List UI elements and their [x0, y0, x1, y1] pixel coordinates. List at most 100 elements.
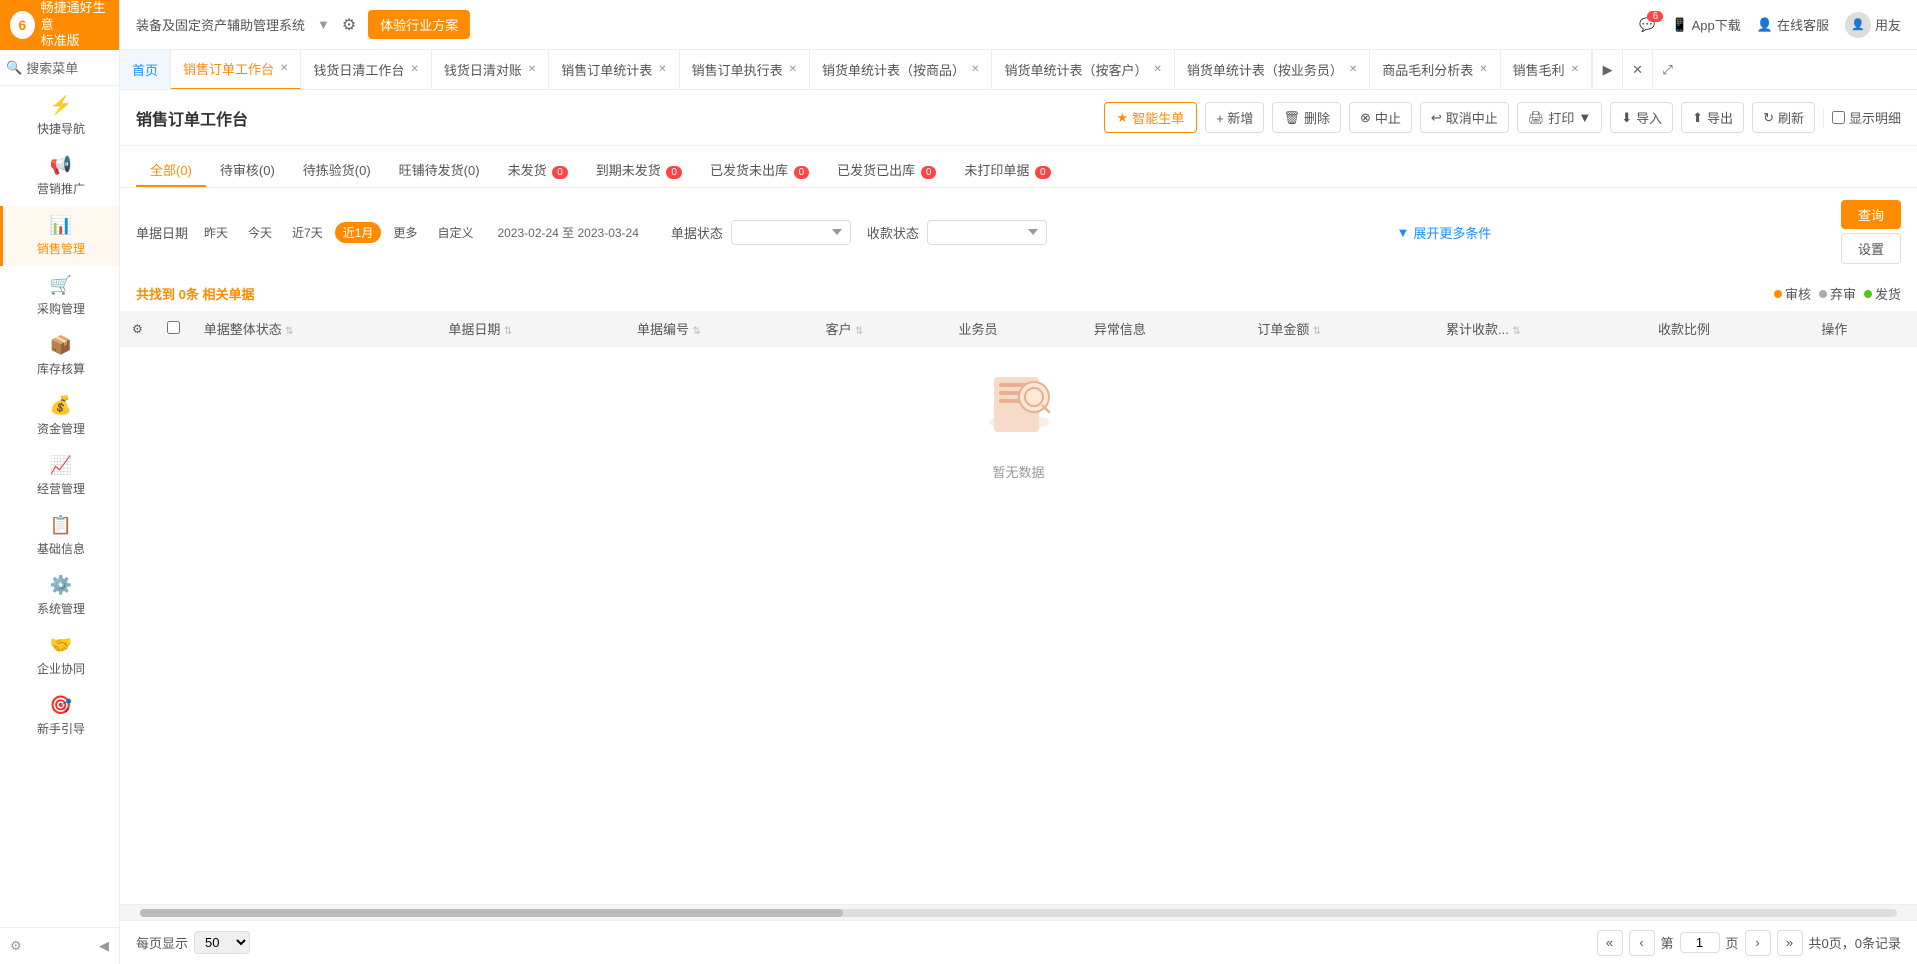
- th-received[interactable]: 累计收款... ⇅: [1434, 311, 1646, 347]
- delete-btn[interactable]: 🗑 删除: [1272, 102, 1341, 133]
- sidebar-item-marketing[interactable]: 📢 营销推广: [0, 146, 119, 206]
- sub-tab-wangpu[interactable]: 旺铺待发货(0): [385, 154, 494, 187]
- tab-cash-daily[interactable]: 钱货日清工作台 ✕: [301, 50, 431, 90]
- date-chip-more[interactable]: 更多: [385, 222, 425, 243]
- tab-summary-product-close[interactable]: ✕: [971, 64, 979, 75]
- prev-page-btn[interactable]: ‹: [1629, 930, 1655, 956]
- status-select[interactable]: [731, 220, 851, 245]
- tab-home[interactable]: 首页: [120, 50, 171, 90]
- tab-sales-exec-close[interactable]: ✕: [789, 64, 797, 75]
- sidebar-item-finance[interactable]: 💰 资金管理: [0, 386, 119, 446]
- scrollbar-track[interactable]: [140, 909, 1897, 917]
- sidebar-item-guide[interactable]: 🎯 新手引导: [0, 686, 119, 746]
- sidebar-item-quick-nav[interactable]: ⚡ 快捷导航: [0, 86, 119, 146]
- sidebar-item-system[interactable]: ⚙️ 系统管理: [0, 566, 119, 626]
- date-chip-custom[interactable]: 自定义: [429, 222, 481, 243]
- scrollbar-thumb[interactable]: [140, 909, 843, 917]
- sidebar-item-basic[interactable]: 📋 基础信息: [0, 506, 119, 566]
- sidebar-item-sales[interactable]: 📊 销售管理: [0, 206, 119, 266]
- tab-sales-stat[interactable]: 销售订单统计表 ✕: [549, 50, 679, 90]
- quick-review-btn[interactable]: 审核: [1774, 284, 1811, 303]
- show-detail-input[interactable]: [1832, 111, 1845, 124]
- tab-cash-daily-close[interactable]: ✕: [410, 64, 418, 75]
- add-btn[interactable]: + 新增: [1205, 102, 1264, 133]
- th-number-sort[interactable]: ⇅: [692, 326, 700, 337]
- tab-sales-exec[interactable]: 销售订单执行表 ✕: [680, 50, 810, 90]
- payment-select[interactable]: [927, 220, 1047, 245]
- expand-more-btn[interactable]: ▼ 展开更多条件: [1397, 223, 1492, 242]
- last-page-btn[interactable]: »: [1777, 930, 1803, 956]
- sidebar-item-inventory[interactable]: 📦 库存核算: [0, 326, 119, 386]
- date-chip-last1month[interactable]: 近1月: [335, 222, 382, 243]
- date-chip-last7[interactable]: 近7天: [284, 222, 331, 243]
- th-date-sort[interactable]: ⇅: [504, 326, 512, 337]
- tab-sales-ret[interactable]: 销售毛利 ✕: [1501, 50, 1592, 90]
- tab-summary-customer-close[interactable]: ✕: [1153, 64, 1161, 75]
- page-size-select[interactable]: 10 20 50 100: [194, 931, 250, 954]
- th-date[interactable]: 单据日期 ⇅: [436, 311, 625, 347]
- tab-gross-margin[interactable]: 商品毛利分析表 ✕: [1370, 50, 1500, 90]
- page-input[interactable]: [1680, 932, 1720, 953]
- th-amount-sort[interactable]: ⇅: [1313, 326, 1321, 337]
- tab-summary-staff-close[interactable]: ✕: [1349, 64, 1357, 75]
- tab-resize[interactable]: ⤢: [1652, 50, 1682, 90]
- tab-close-all[interactable]: ✕: [1622, 50, 1652, 90]
- user-area[interactable]: 👤 用友: [1845, 12, 1901, 38]
- collapse-icon[interactable]: ◀: [99, 938, 109, 954]
- sub-tab-shipped-not-out[interactable]: 已发货未出库 0: [696, 154, 823, 187]
- tab-scroll-right[interactable]: ▶: [1592, 50, 1622, 90]
- tab-sales-workbench[interactable]: 销售订单工作台 ✕: [171, 50, 301, 90]
- tab-sales-summary-customer[interactable]: 销货单统计表（按客户） ✕: [992, 50, 1174, 90]
- th-number[interactable]: 单据编号 ⇅: [625, 311, 814, 347]
- tab-gross-margin-close[interactable]: ✕: [1479, 64, 1487, 75]
- th-customer-sort[interactable]: ⇅: [855, 326, 863, 337]
- sidebar-item-operations[interactable]: 📈 经营管理: [0, 446, 119, 506]
- set-btn[interactable]: 设置: [1841, 233, 1901, 264]
- quick-ship-btn[interactable]: 发货: [1864, 284, 1901, 303]
- th-status-sort[interactable]: ⇅: [285, 326, 293, 337]
- message-badge[interactable]: 💬 6: [1639, 17, 1655, 33]
- cancel-stop-btn[interactable]: ↩ 取消中止: [1420, 102, 1509, 133]
- import-btn[interactable]: ⬇ 导入: [1610, 102, 1673, 133]
- th-amount[interactable]: 订单金额 ⇅: [1245, 311, 1434, 347]
- sub-tab-all[interactable]: 全部(0): [136, 154, 206, 187]
- settings-bottom-icon[interactable]: ⚙: [10, 938, 22, 954]
- next-page-btn[interactable]: ›: [1745, 930, 1771, 956]
- tab-sales-stat-close[interactable]: ✕: [658, 64, 666, 75]
- tab-sales-summary-staff[interactable]: 销货单统计表（按业务员） ✕: [1175, 50, 1370, 90]
- th-customer[interactable]: 客户 ⇅: [814, 311, 947, 347]
- export-btn[interactable]: ⬆ 导出: [1681, 102, 1744, 133]
- print-btn[interactable]: 🖨 打印 ▼: [1517, 102, 1602, 133]
- th-settings[interactable]: ⚙: [120, 311, 155, 347]
- sub-tab-overdue[interactable]: 到期未发货 0: [582, 154, 696, 187]
- th-status[interactable]: 单据整体状态 ⇅: [192, 311, 437, 347]
- tab-cash-reconcile-close[interactable]: ✕: [528, 64, 536, 75]
- tab-sales-ret-close[interactable]: ✕: [1571, 64, 1579, 75]
- online-service[interactable]: 👤 在线客服: [1757, 15, 1829, 34]
- app-download[interactable]: 📱 App下载: [1671, 15, 1740, 34]
- sidebar-item-enterprise[interactable]: 🤝 企业协同: [0, 626, 119, 686]
- dropdown-icon[interactable]: ▼: [317, 17, 330, 32]
- sub-tab-not-printed[interactable]: 未打印单据 0: [950, 154, 1064, 187]
- smart-btn[interactable]: ★ 智能生单: [1104, 102, 1198, 133]
- th-checkbox[interactable]: [155, 311, 192, 347]
- refresh-btn[interactable]: ↻ 刷新: [1752, 102, 1815, 133]
- stop-btn[interactable]: ⊗ 中止: [1349, 102, 1412, 133]
- sub-tab-shipped-out[interactable]: 已发货已出库 0: [823, 154, 950, 187]
- sub-tab-pending-inspect[interactable]: 待拣验货(0): [289, 154, 385, 187]
- industry-btn[interactable]: 体验行业方案: [368, 10, 470, 39]
- gear-icon[interactable]: ⚙: [342, 15, 356, 35]
- sidebar-item-purchase[interactable]: 🛒 采购管理: [0, 266, 119, 326]
- quick-uncheck-btn[interactable]: 弃审: [1819, 284, 1856, 303]
- date-chip-yesterday[interactable]: 昨天: [196, 222, 236, 243]
- select-all-checkbox[interactable]: [167, 321, 180, 334]
- sub-tab-not-shipped[interactable]: 未发货 0: [494, 154, 582, 187]
- sidebar-search[interactable]: 🔍 搜索菜单: [0, 50, 119, 86]
- tab-cash-reconcile[interactable]: 钱货日清对账 ✕: [432, 50, 549, 90]
- first-page-btn[interactable]: «: [1597, 930, 1623, 956]
- sub-tab-pending-review[interactable]: 待审核(0): [206, 154, 289, 187]
- query-btn[interactable]: 查询: [1841, 200, 1901, 229]
- th-received-sort[interactable]: ⇅: [1512, 326, 1520, 337]
- tab-sales-workbench-close[interactable]: ✕: [280, 63, 288, 74]
- date-chip-today[interactable]: 今天: [240, 222, 280, 243]
